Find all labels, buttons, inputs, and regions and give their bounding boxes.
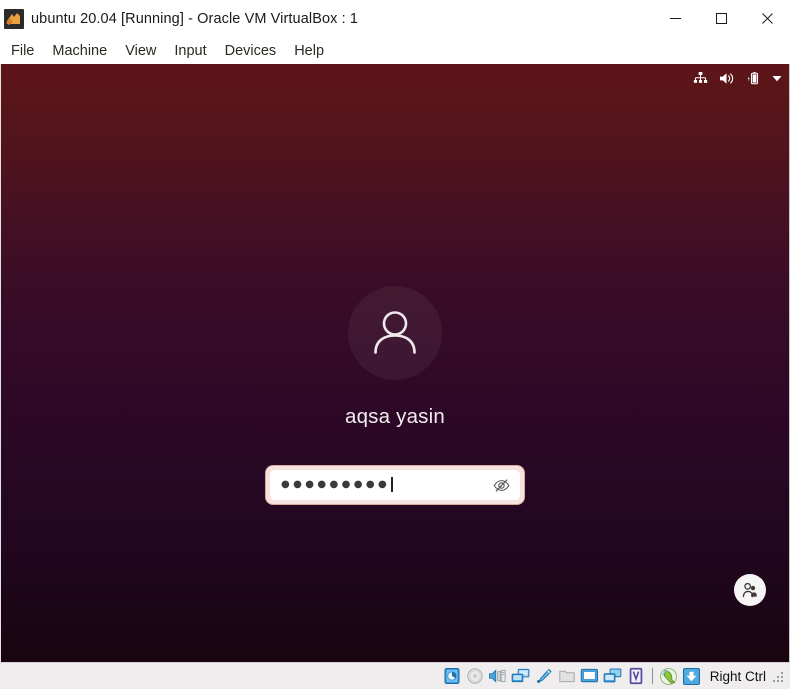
- app-logo-glyph: [6, 12, 21, 26]
- menu-devices[interactable]: Devices: [216, 40, 286, 62]
- accessibility-user-icon: [741, 581, 760, 600]
- recording-indicator[interactable]: [603, 666, 623, 686]
- minimize-button[interactable]: [652, 0, 698, 37]
- accessibility-button[interactable]: [734, 574, 766, 606]
- window-titlebar: ubuntu 20.04 [Running] - Oracle VM Virtu…: [0, 0, 790, 37]
- text-caret: [391, 477, 393, 492]
- guest-screen: aqsa yasin ●●●●●●●●●: [0, 64, 790, 662]
- window-controls: [652, 0, 790, 37]
- menu-input[interactable]: Input: [165, 40, 215, 62]
- user-avatar-icon: [366, 304, 424, 362]
- username-label: aqsa yasin: [345, 405, 445, 429]
- menu-machine[interactable]: Machine: [43, 40, 116, 62]
- close-button[interactable]: [744, 0, 790, 37]
- keyboard-indicator[interactable]: [682, 666, 702, 686]
- resize-grip[interactable]: [773, 672, 786, 685]
- login-panel: aqsa yasin ●●●●●●●●●: [1, 286, 789, 505]
- host-key-label: Right Ctrl: [710, 669, 766, 684]
- features-indicator[interactable]: [626, 666, 646, 686]
- statusbar: Right Ctrl: [0, 662, 790, 689]
- avatar: [348, 286, 442, 380]
- password-input[interactable]: ●●●●●●●●●: [270, 470, 520, 500]
- maximize-button[interactable]: [698, 0, 744, 37]
- password-field-wrapper: ●●●●●●●●●: [265, 465, 525, 505]
- battery-charging-icon[interactable]: [746, 71, 760, 86]
- audio-indicator[interactable]: [488, 666, 508, 686]
- statusbar-separator: [652, 668, 653, 684]
- network-wired-icon[interactable]: [693, 71, 708, 86]
- optical-drive-indicator[interactable]: [465, 666, 485, 686]
- eye-slash-icon[interactable]: [490, 474, 512, 496]
- virtualbox-ubuntu-icon: [4, 9, 24, 29]
- window-title: ubuntu 20.04 [Running] - Oracle VM Virtu…: [31, 11, 358, 27]
- chevron-down-icon[interactable]: [771, 72, 783, 84]
- menu-view[interactable]: View: [116, 40, 165, 62]
- menubar: File Machine View Input Devices Help: [0, 37, 790, 64]
- virtualbox-window: ubuntu 20.04 [Running] - Oracle VM Virtu…: [0, 0, 790, 689]
- display-indicator[interactable]: [580, 666, 600, 686]
- hard-disk-indicator[interactable]: [442, 666, 462, 686]
- usb-indicator[interactable]: [534, 666, 554, 686]
- network-indicator[interactable]: [511, 666, 531, 686]
- gnome-status-tray: [693, 64, 783, 92]
- mouse-integration-indicator[interactable]: [659, 666, 679, 686]
- password-masked-value: ●●●●●●●●●: [281, 480, 390, 490]
- menu-help[interactable]: Help: [285, 40, 333, 62]
- volume-icon[interactable]: [719, 71, 735, 86]
- shared-folders-indicator[interactable]: [557, 666, 577, 686]
- menu-file[interactable]: File: [2, 40, 43, 62]
